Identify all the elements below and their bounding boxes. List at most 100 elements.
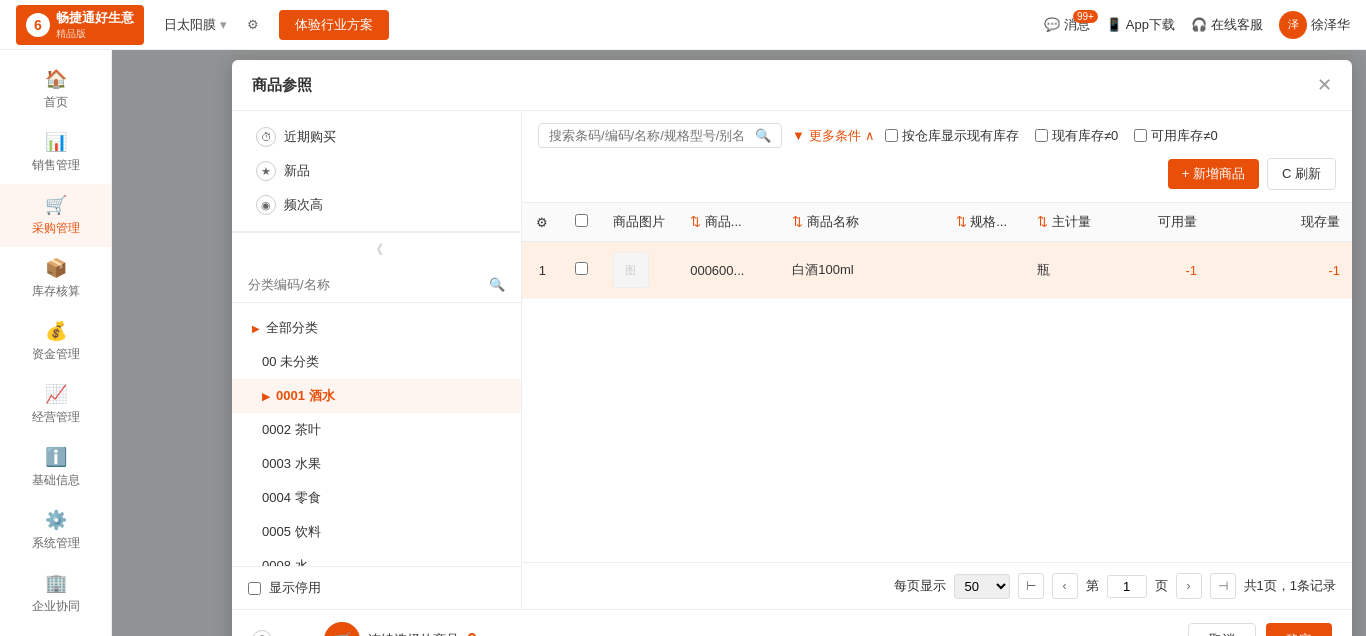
- cat-item-tea[interactable]: 0002 茶叶: [232, 413, 521, 447]
- top-nav: 6 畅捷通好生意 精品版 日太阳膜 ▾ ⚙ 体验行业方案 💬 消息 99+ 📱 …: [0, 0, 1366, 50]
- logo: 6 畅捷通好生意 精品版: [16, 5, 144, 45]
- cat-item-snack-label: 0004 零食: [262, 489, 321, 507]
- collapse-cart-button[interactable]: ∧: [485, 631, 497, 637]
- sidebar-item-home-label: 首页: [44, 94, 68, 111]
- trial-button[interactable]: 体验行业方案: [279, 10, 389, 40]
- quick-filters: ⏱ 近期购买 ★ 新品 ◉ 频次高: [232, 111, 521, 232]
- sort-icon: ⇅: [690, 214, 701, 229]
- filter-available-checkbox[interactable]: [1134, 129, 1147, 142]
- cart-icon[interactable]: 🛒: [324, 622, 360, 636]
- cat-item-fruit[interactable]: 0003 水果: [232, 447, 521, 481]
- sidebar-item-basic-info-label: 基础信息: [32, 472, 80, 489]
- sidebar-item-enterprise[interactable]: 🏢 企业协同: [0, 562, 111, 625]
- col-settings-header[interactable]: ⚙: [522, 203, 563, 242]
- col-spec-header[interactable]: ⇅ 规格...: [944, 203, 1026, 242]
- refresh-button[interactable]: C 刷新: [1267, 158, 1336, 190]
- next-page-button[interactable]: ›: [1176, 573, 1202, 599]
- cat-item-snack[interactable]: 0004 零食: [232, 481, 521, 515]
- store-name: 日太阳膜: [164, 16, 216, 34]
- sidebar-item-home[interactable]: 🏠 首页: [0, 58, 111, 121]
- product-search-input[interactable]: [549, 128, 749, 143]
- filter-existing-label[interactable]: 现有库存≠0: [1035, 127, 1118, 145]
- collapse-panel-button[interactable]: 《: [232, 232, 521, 267]
- finance-icon: 💰: [45, 320, 67, 342]
- col-name-header[interactable]: ⇅ 商品名称: [780, 203, 943, 242]
- page-size-select[interactable]: 50 10 20 100: [954, 574, 1010, 599]
- quick-filter-new[interactable]: ★ 新品: [248, 157, 505, 185]
- sort-spec-icon: ⇅: [956, 214, 967, 229]
- sidebar-item-inventory[interactable]: 📦 库存核算: [0, 247, 111, 310]
- dialog-close-button[interactable]: ✕: [1317, 74, 1332, 96]
- sidebar-item-sales[interactable]: 📊 销售管理: [0, 121, 111, 184]
- col-avail-header: 可用量: [1107, 203, 1209, 242]
- filter-icon: ▼: [792, 128, 805, 143]
- quick-filter-frequent-label: 频次高: [284, 196, 323, 214]
- table-row[interactable]: 1 图: [522, 242, 1352, 299]
- first-page-button[interactable]: ⊢: [1018, 573, 1044, 599]
- cat-item-liquor[interactable]: ▶ 0001 酒水: [232, 379, 521, 413]
- col-check-header[interactable]: [563, 203, 601, 242]
- category-list: ▶ 全部分类 00 未分类 ▶ 0001 酒水 0002 茶叶: [232, 303, 521, 566]
- logo-text: 畅捷通好生意: [56, 9, 134, 27]
- cat-item-unclassified[interactable]: 00 未分类: [232, 345, 521, 379]
- sidebar-item-enterprise-label: 企业协同: [32, 598, 80, 615]
- new-icon: ★: [256, 161, 276, 181]
- sidebar-item-inventory-label: 库存核算: [32, 283, 80, 300]
- cat-item-water-label: 0008 水: [262, 557, 308, 566]
- category-search-icon[interactable]: 🔍: [489, 277, 505, 292]
- display-disabled-checkbox[interactable]: [248, 582, 261, 595]
- filter-available-text: 可用库存≠0: [1151, 127, 1217, 145]
- category-search-input[interactable]: [248, 277, 481, 292]
- col-code-header[interactable]: ⇅ 商品...: [678, 203, 780, 242]
- more-filter-button[interactable]: ▼ 更多条件 ∧: [792, 127, 875, 145]
- row-checkbox[interactable]: [575, 262, 588, 275]
- sidebar-item-guide[interactable]: 🆕 新手引导: [0, 625, 111, 636]
- col-empty-header: [1209, 203, 1270, 242]
- messages-button[interactable]: 💬 消息 99+: [1044, 16, 1090, 34]
- cat-item-all[interactable]: ▶ 全部分类: [232, 311, 521, 345]
- row-checkbox-cell[interactable]: [563, 242, 601, 299]
- select-all-checkbox[interactable]: [575, 214, 588, 227]
- sidebar-item-purchase[interactable]: 🛒 采购管理: [0, 184, 111, 247]
- cat-item-beverage[interactable]: 0005 饮料: [232, 515, 521, 549]
- display-disabled: 显示停用: [232, 566, 521, 609]
- cat-item-water[interactable]: 0008 水: [232, 549, 521, 566]
- filter-existing-checkbox[interactable]: [1035, 129, 1048, 142]
- add-product-button[interactable]: + 新增商品: [1168, 159, 1259, 189]
- row-spec-cell: [944, 242, 1026, 299]
- sidebar-item-operations[interactable]: 📈 经营管理: [0, 373, 111, 436]
- quick-filter-new-label: 新品: [284, 162, 310, 180]
- quick-filter-recent[interactable]: ⏱ 近期购买: [248, 123, 505, 151]
- last-page-button[interactable]: ⊣: [1210, 573, 1236, 599]
- content-area: 查询 设置 刷新 商品参照 ✕ ⏱: [112, 50, 1366, 636]
- product-search-icon[interactable]: 🔍: [755, 128, 771, 143]
- user-menu[interactable]: 泽 徐泽华: [1279, 11, 1350, 39]
- cart-label: 连续选择的商品: [368, 631, 459, 636]
- store-selector[interactable]: 日太阳膜 ▾: [164, 16, 227, 34]
- quick-filter-frequent[interactable]: ◉ 频次高: [248, 191, 505, 219]
- cancel-button[interactable]: 取消: [1188, 623, 1256, 636]
- col-unit-header[interactable]: ⇅ 主计量: [1025, 203, 1107, 242]
- app-download-button[interactable]: 📱 App下载: [1106, 16, 1175, 34]
- cat-all-arrow: ▶: [252, 323, 260, 334]
- page-number-input[interactable]: [1107, 575, 1147, 598]
- filter-by-warehouse-label[interactable]: 按仓库显示现有库存: [885, 127, 1019, 145]
- filter-by-warehouse-checkbox[interactable]: [885, 129, 898, 142]
- category-panel: ⏱ 近期购买 ★ 新品 ◉ 频次高 《: [232, 111, 522, 609]
- filter-available-label[interactable]: 可用库存≠0: [1134, 127, 1217, 145]
- sidebar-item-operations-label: 经营管理: [32, 409, 80, 426]
- confirm-button[interactable]: 确定: [1266, 623, 1332, 636]
- pagination: 每页显示 50 10 20 100 ⊢ ‹ 第 页 › ⊣: [522, 562, 1352, 609]
- sidebar-item-finance[interactable]: 💰 资金管理: [0, 310, 111, 373]
- service-button[interactable]: 🎧 在线客服: [1191, 16, 1263, 34]
- avatar: 泽: [1279, 11, 1307, 39]
- help-icon[interactable]: ?: [252, 630, 272, 636]
- operations-icon: 📈: [45, 383, 67, 405]
- product-table-wrap: ⚙ 商品图片 ⇅ 商品... ⇅ 商品名称: [522, 203, 1352, 562]
- sidebar-item-basic-info[interactable]: ℹ️ 基础信息: [0, 436, 111, 499]
- sidebar-item-system-label: 系统管理: [32, 535, 80, 552]
- page-label: 第: [1086, 577, 1099, 595]
- settings-button[interactable]: ⚙: [237, 9, 269, 41]
- prev-page-button[interactable]: ‹: [1052, 573, 1078, 599]
- sidebar-item-system[interactable]: ⚙️ 系统管理: [0, 499, 111, 562]
